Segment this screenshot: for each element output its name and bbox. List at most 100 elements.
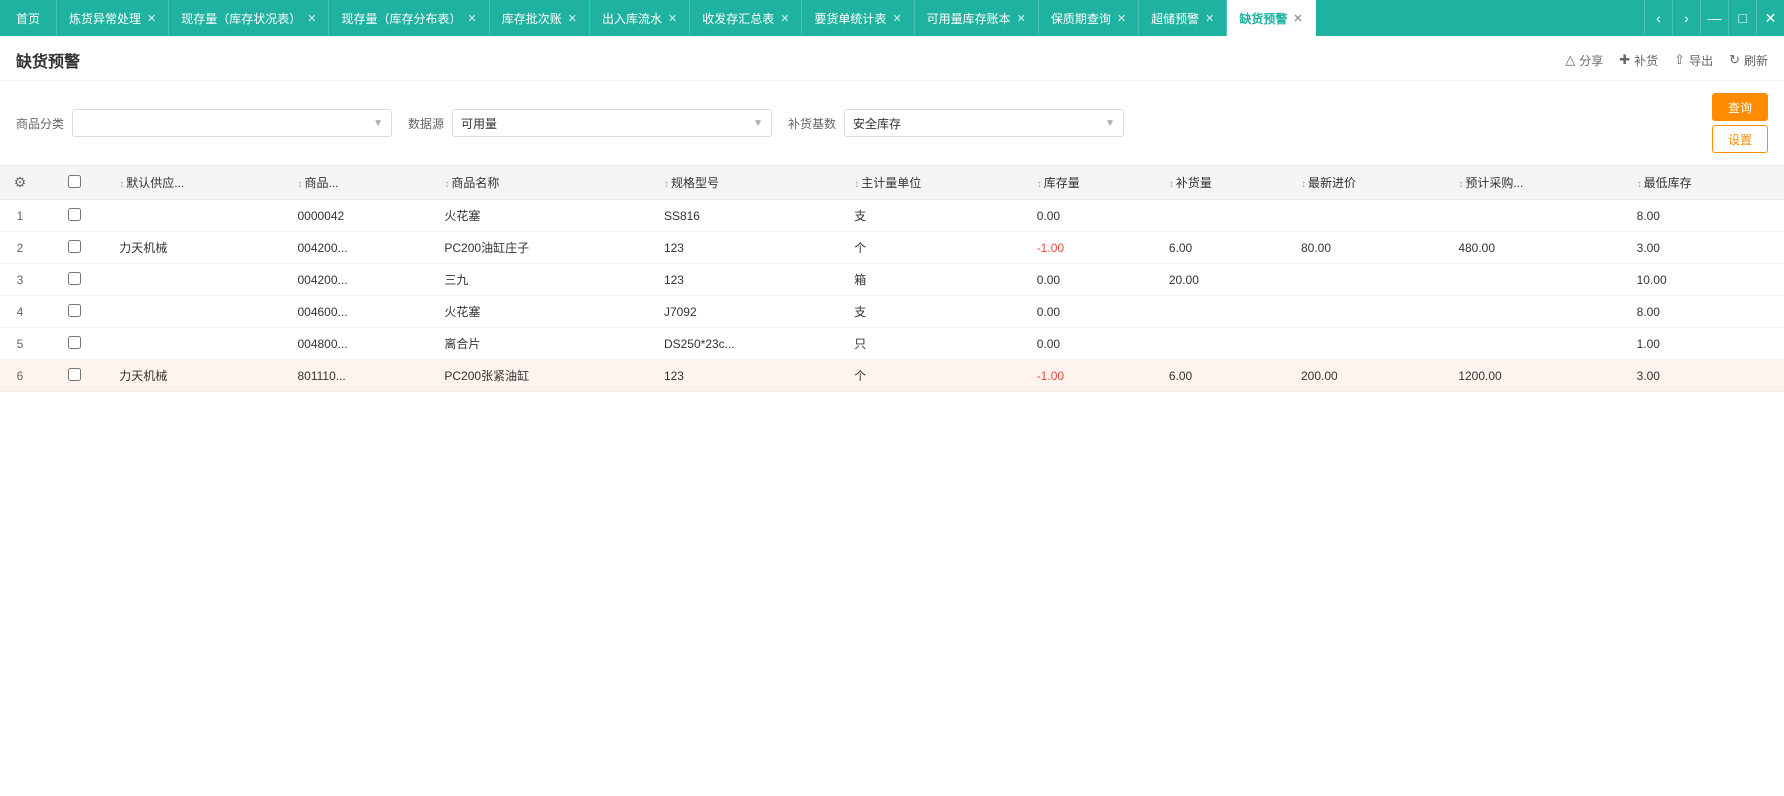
replenish-base-select[interactable]: 安全库存 ▼: [844, 109, 1124, 137]
cell-est-purchase: 1200.00: [1448, 360, 1626, 392]
th-checkbox[interactable]: [40, 166, 109, 200]
share-button[interactable]: △ 分享: [1565, 52, 1603, 69]
tab-item-1[interactable]: 炼货异常处理✕: [57, 0, 169, 36]
tab-close-icon[interactable]: ✕: [307, 12, 316, 25]
cell-stock: -1.00: [1027, 232, 1159, 264]
tab-close-icon[interactable]: ✕: [568, 12, 577, 25]
row-checkbox-cell[interactable]: [40, 232, 109, 264]
th-goods-name[interactable]: ↕商品名称: [434, 166, 654, 200]
tab-close-icon[interactable]: ✕: [468, 12, 477, 25]
cell-stock: 0.00: [1027, 296, 1159, 328]
row-checkbox[interactable]: [68, 304, 81, 317]
th-replenish[interactable]: ↕补货量: [1159, 166, 1291, 200]
sort-icon: ↕: [1637, 179, 1642, 190]
row-checkbox[interactable]: [68, 272, 81, 285]
row-number: 5: [0, 328, 40, 360]
sort-icon: ↕: [1169, 179, 1174, 190]
window-maximize[interactable]: □: [1728, 0, 1756, 36]
cell-unit: 个: [844, 232, 1026, 264]
th-spec[interactable]: ↕规格型号: [654, 166, 844, 200]
datasource-dropdown-icon: ▼: [753, 118, 763, 129]
tab-close-icon[interactable]: ✕: [147, 12, 156, 25]
row-checkbox-cell[interactable]: [40, 296, 109, 328]
tab-item-9[interactable]: 保质期查询✕: [1039, 0, 1139, 36]
th-latest-price[interactable]: ↕最新进价: [1291, 166, 1448, 200]
row-number: 2: [0, 232, 40, 264]
th-stock[interactable]: ↕库存量: [1027, 166, 1159, 200]
replenish-base-label: 补货基数: [788, 115, 836, 132]
data-table: ⚙ ↕默认供应... ↕商品... ↕商品名称 ↕规格型号 ↕主计量单位 ↕库存…: [0, 165, 1784, 392]
tab-item-0[interactable]: 首页: [0, 0, 57, 36]
sort-icon: ↕: [664, 179, 669, 190]
replenish-button[interactable]: ✚ 补货: [1619, 52, 1658, 69]
row-checkbox-cell[interactable]: [40, 200, 109, 232]
tab-close-icon[interactable]: ✕: [1017, 12, 1026, 25]
th-supplier[interactable]: ↕默认供应...: [109, 166, 287, 200]
tab-item-2[interactable]: 现存量（库存状况表） ✕: [169, 0, 329, 36]
tab-close-icon[interactable]: ✕: [780, 12, 789, 25]
cell-supplier: [109, 328, 287, 360]
category-select[interactable]: ▼: [72, 109, 392, 137]
tab-item-11[interactable]: 缺货预警 ✕: [1227, 0, 1315, 36]
cell-stock: -1.00: [1027, 360, 1159, 392]
th-min-stock[interactable]: ↕最低库存: [1627, 166, 1784, 200]
tab-item-7[interactable]: 要货单统计表✕: [802, 0, 914, 36]
tab-close-icon[interactable]: ✕: [1293, 12, 1302, 25]
th-est-purchase[interactable]: ↕预计采购...: [1448, 166, 1626, 200]
tab-item-5[interactable]: 出入库流水 ✕: [590, 0, 690, 36]
tab-close-icon[interactable]: ✕: [668, 12, 677, 25]
tab-label: 现存量（库存分布表）: [341, 10, 461, 27]
row-checkbox[interactable]: [68, 336, 81, 349]
tab-item-3[interactable]: 现存量（库存分布表） ✕: [329, 0, 489, 36]
share-icon: △: [1565, 52, 1575, 68]
cell-latest-price: [1291, 328, 1448, 360]
column-settings-icon[interactable]: ⚙: [14, 174, 27, 190]
cell-est-purchase: [1448, 328, 1626, 360]
cell-latest-price: [1291, 296, 1448, 328]
tab-item-4[interactable]: 库存批次账✕: [490, 0, 590, 36]
cell-goods-code: 004600...: [287, 296, 434, 328]
settings-button[interactable]: 设置: [1712, 125, 1768, 153]
th-settings[interactable]: ⚙: [0, 166, 40, 200]
row-checkbox-cell[interactable]: [40, 264, 109, 296]
tab-item-10[interactable]: 超储预警✕: [1139, 0, 1227, 36]
tab-close-icon[interactable]: ✕: [1205, 12, 1214, 25]
tab-label: 缺货预警: [1239, 10, 1287, 27]
tab-scroll-right[interactable]: ›: [1672, 0, 1700, 36]
replenish-base-filter-group: 补货基数 安全库存 ▼: [788, 109, 1124, 137]
row-checkbox-cell[interactable]: [40, 328, 109, 360]
row-checkbox[interactable]: [68, 208, 81, 221]
cell-spec: 123: [654, 264, 844, 296]
th-goods-code[interactable]: ↕商品...: [287, 166, 434, 200]
datasource-select[interactable]: 可用量 ▼: [452, 109, 772, 137]
tab-item-8[interactable]: 可用量库存账本✕: [915, 0, 1039, 36]
export-button[interactable]: ⇧ 导出: [1674, 52, 1713, 69]
table-container: ⚙ ↕默认供应... ↕商品... ↕商品名称 ↕规格型号 ↕主计量单位 ↕库存…: [0, 165, 1784, 392]
refresh-icon: ↻: [1729, 52, 1740, 68]
tab-label: 出入库流水: [602, 10, 662, 27]
tab-close-icon[interactable]: ✕: [892, 12, 901, 25]
row-checkbox[interactable]: [68, 240, 81, 253]
query-button[interactable]: 查询: [1712, 93, 1768, 121]
tab-scroll-left[interactable]: ‹: [1644, 0, 1672, 36]
tab-item-6[interactable]: 收发存汇总表✕: [690, 0, 802, 36]
filter-action-buttons: 查询 设置: [1712, 93, 1768, 153]
tab-close-icon[interactable]: ✕: [1117, 12, 1126, 25]
page-title: 缺货预警: [16, 48, 80, 72]
select-all-checkbox[interactable]: [68, 175, 81, 188]
page-content: 缺货预警 △ 分享 ✚ 补货 ⇧ 导出 ↻ 刷新 商品分类: [0, 36, 1784, 796]
th-unit[interactable]: ↕主计量单位: [844, 166, 1026, 200]
row-number: 4: [0, 296, 40, 328]
cell-goods-code: 0000042: [287, 200, 434, 232]
row-checkbox-cell[interactable]: [40, 360, 109, 392]
window-minimize[interactable]: —: [1700, 0, 1728, 36]
row-number: 1: [0, 200, 40, 232]
cell-est-purchase: [1448, 296, 1626, 328]
window-close[interactable]: ✕: [1756, 0, 1784, 36]
cell-replenish: [1159, 296, 1291, 328]
refresh-button[interactable]: ↻ 刷新: [1729, 52, 1768, 69]
cell-min-stock: 1.00: [1627, 328, 1784, 360]
tab-label: 首页: [16, 10, 40, 27]
tab-label: 现存量（库存状况表）: [181, 10, 301, 27]
row-checkbox[interactable]: [68, 368, 81, 381]
